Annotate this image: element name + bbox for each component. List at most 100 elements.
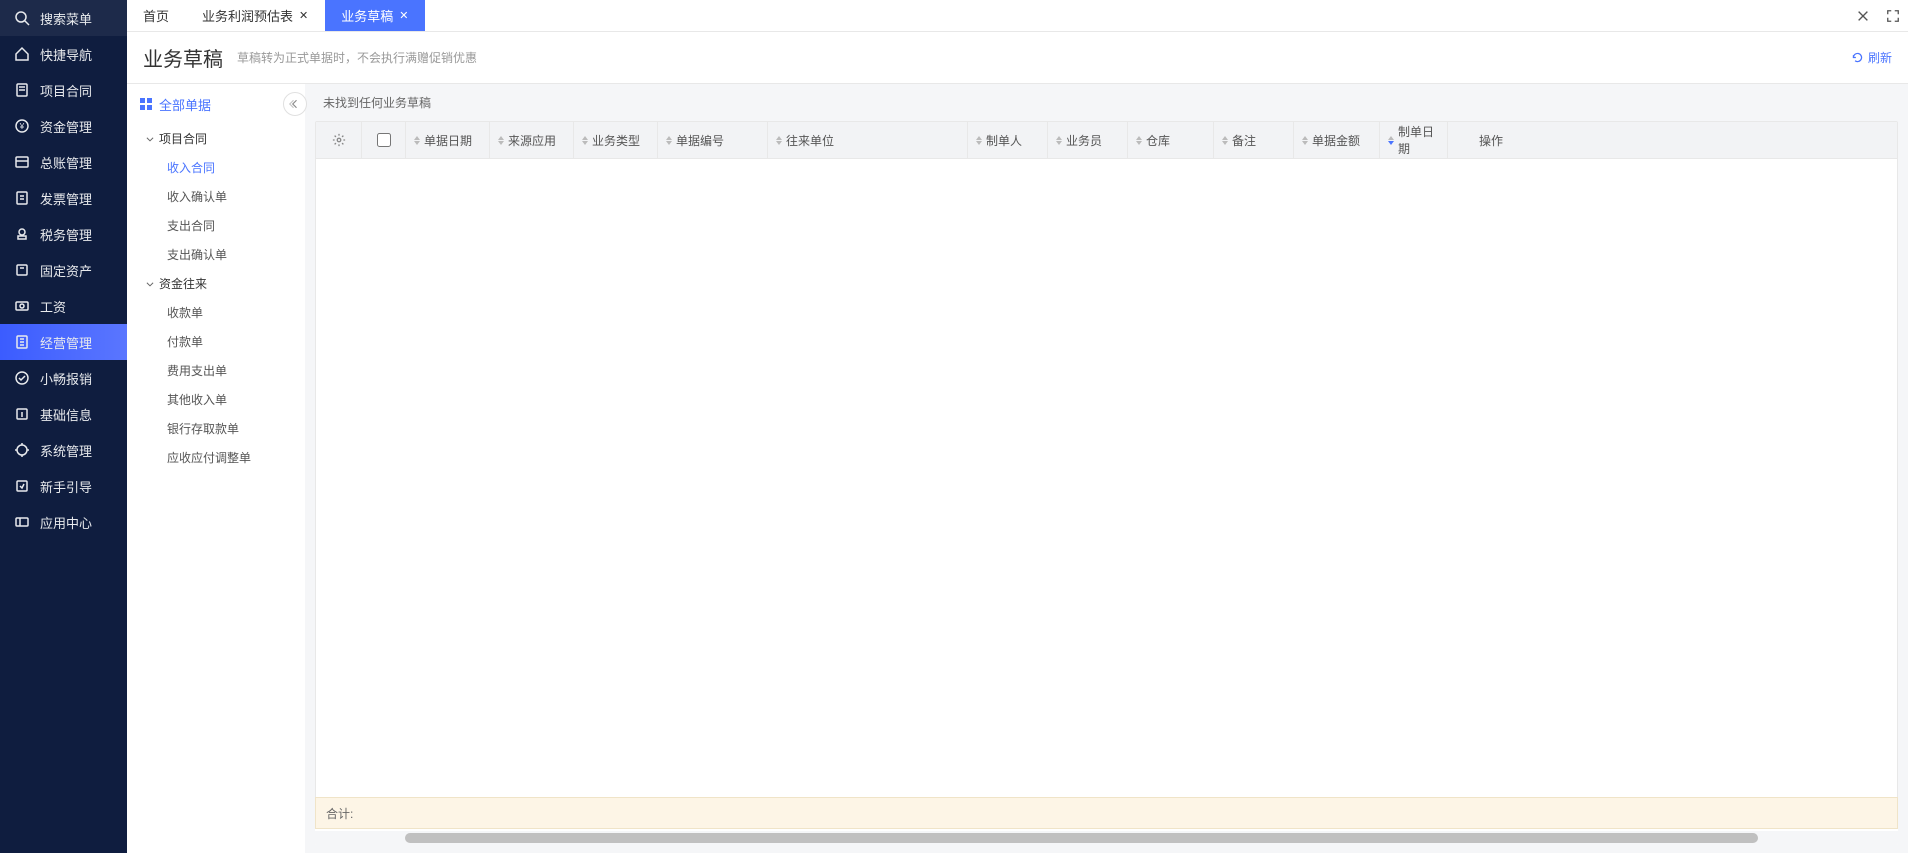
page-header: 业务草稿 草稿转为正式单据时，不会执行满赠促销优惠 刷新 [127, 32, 1908, 84]
sort-icon [1388, 136, 1394, 145]
sidebar-item-asset[interactable]: 固定资产 [0, 252, 127, 288]
horizontal-scrollbar[interactable] [315, 831, 1898, 845]
tree-leaf-expense[interactable]: 费用支出单 [127, 356, 305, 385]
th-biz-type[interactable]: 业务类型 [574, 122, 658, 158]
grid-icon [139, 97, 153, 111]
sidebar-item-quicknav[interactable]: 快捷导航 [0, 36, 127, 72]
sidebar-item-label: 快捷导航 [40, 45, 92, 64]
tab-business-draft[interactable]: 业务草稿 ✕ [325, 0, 425, 31]
tab-label: 业务草稿 [341, 6, 393, 25]
th-op: 操作 [1448, 122, 1534, 158]
empty-message: 未找到任何业务草稿 [315, 84, 1898, 121]
sidebar-item-label: 搜索菜单 [40, 9, 92, 28]
tree-group-funds[interactable]: 资金往来 [127, 269, 305, 298]
close-icon[interactable]: ✕ [299, 9, 308, 22]
th-checkbox[interactable] [362, 122, 406, 158]
column-settings-button[interactable] [316, 122, 362, 158]
th-amount[interactable]: 单据金额 [1294, 122, 1380, 158]
sidebar-item-label: 系统管理 [40, 441, 92, 460]
search-icon [14, 10, 30, 26]
main-sidebar: 搜索菜单 快捷导航 项目合同 ¥ 资金管理 总账管理 发票管理 税务管理 固定资 [0, 0, 127, 853]
th-source-app[interactable]: 来源应用 [490, 122, 574, 158]
sidebar-item-label: 发票管理 [40, 189, 92, 208]
home-icon [14, 46, 30, 62]
scrollbar-thumb[interactable] [405, 833, 1758, 843]
tree-leaf-payment[interactable]: 付款单 [127, 327, 305, 356]
sidebar-item-ledger[interactable]: 总账管理 [0, 144, 127, 180]
system-icon [14, 442, 30, 458]
sidebar-item-label: 小畅报销 [40, 369, 92, 388]
tree-collapse-button[interactable] [283, 92, 307, 116]
chevron-down-icon [145, 279, 155, 289]
page-subtitle: 草稿转为正式单据时，不会执行满赠促销优惠 [237, 49, 477, 66]
chevron-left-icon [289, 98, 301, 110]
fullscreen-button[interactable] [1878, 0, 1908, 31]
invoice-icon [14, 190, 30, 206]
stamp-icon [14, 226, 30, 242]
th-party[interactable]: 往来单位 [768, 122, 968, 158]
sidebar-item-invoice[interactable]: 发票管理 [0, 180, 127, 216]
sidebar-item-baseinfo[interactable]: 基础信息 [0, 396, 127, 432]
select-all-checkbox[interactable] [377, 133, 391, 147]
sidebar-item-tax[interactable]: 税务管理 [0, 216, 127, 252]
tab-home[interactable]: 首页 [127, 0, 186, 31]
sidebar-item-reimburse[interactable]: 小畅报销 [0, 360, 127, 396]
sidebar-item-guide[interactable]: 新手引导 [0, 468, 127, 504]
sidebar-item-salary[interactable]: 工资 [0, 288, 127, 324]
tree-leaf-income-contract[interactable]: 收入合同 [127, 153, 305, 182]
sort-icon [776, 136, 782, 145]
th-note[interactable]: 备注 [1214, 122, 1294, 158]
th-warehouse[interactable]: 仓库 [1128, 122, 1214, 158]
sidebar-item-business[interactable]: 经营管理 [0, 324, 127, 360]
th-sales[interactable]: 业务员 [1048, 122, 1128, 158]
sidebar-item-apps[interactable]: 应用中心 [0, 504, 127, 540]
footer-total-label: 合计: [326, 805, 353, 822]
sort-icon [1302, 136, 1308, 145]
sidebar-item-label: 基础信息 [40, 405, 92, 424]
sidebar-item-funds[interactable]: ¥ 资金管理 [0, 108, 127, 144]
ledger-icon [14, 154, 30, 170]
sort-icon [498, 136, 504, 145]
refresh-button[interactable]: 刷新 [1851, 49, 1892, 66]
tree-group-contract[interactable]: 项目合同 [127, 124, 305, 153]
tree-leaf-receipt[interactable]: 收款单 [127, 298, 305, 327]
tree-leaf-ar-ap-adjust[interactable]: 应收应付调整单 [127, 443, 305, 472]
business-icon [14, 334, 30, 350]
table-body [315, 159, 1898, 797]
salary-icon [14, 298, 30, 314]
tab-profit-estimate[interactable]: 业务利润预估表 ✕ [186, 0, 325, 31]
th-doc-date[interactable]: 单据日期 [406, 122, 490, 158]
sidebar-item-label: 经营管理 [40, 333, 92, 352]
sidebar-item-contract[interactable]: 项目合同 [0, 72, 127, 108]
chevron-down-icon [145, 134, 155, 144]
sort-icon [976, 136, 982, 145]
th-make-date[interactable]: 制单日期 [1380, 122, 1448, 158]
tabs-close-all-button[interactable] [1848, 0, 1878, 31]
asset-icon [14, 262, 30, 278]
refresh-icon [1851, 51, 1864, 64]
sort-icon [666, 136, 672, 145]
sidebar-item-system[interactable]: 系统管理 [0, 432, 127, 468]
sidebar-item-label: 税务管理 [40, 225, 92, 244]
sidebar-item-label: 固定资产 [40, 261, 92, 280]
tabs-bar: 首页 业务利润预估表 ✕ 业务草稿 ✕ [127, 0, 1908, 32]
close-icon[interactable]: ✕ [399, 9, 408, 22]
tree-all-label: 全部单据 [159, 95, 211, 114]
tree-leaf-other-income[interactable]: 其他收入单 [127, 385, 305, 414]
table-header: 单据日期 来源应用 业务类型 单据编号 [315, 121, 1898, 159]
tree-leaf-expense-contract[interactable]: 支出合同 [127, 211, 305, 240]
table-footer: 合计: [315, 797, 1898, 829]
th-doc-no[interactable]: 单据编号 [658, 122, 768, 158]
tree-leaf-expense-confirm[interactable]: 支出确认单 [127, 240, 305, 269]
sidebar-item-label: 项目合同 [40, 81, 92, 100]
tree-all-docs[interactable]: 全部单据 [127, 84, 305, 124]
apps-icon [14, 514, 30, 530]
info-icon [14, 406, 30, 422]
reimburse-icon [14, 370, 30, 386]
th-maker[interactable]: 制单人 [968, 122, 1048, 158]
tree-leaf-income-confirm[interactable]: 收入确认单 [127, 182, 305, 211]
sidebar-item-search[interactable]: 搜索菜单 [0, 0, 127, 36]
sort-icon [1222, 136, 1228, 145]
sort-icon [1136, 136, 1142, 145]
tree-leaf-bank-deposit[interactable]: 银行存取款单 [127, 414, 305, 443]
